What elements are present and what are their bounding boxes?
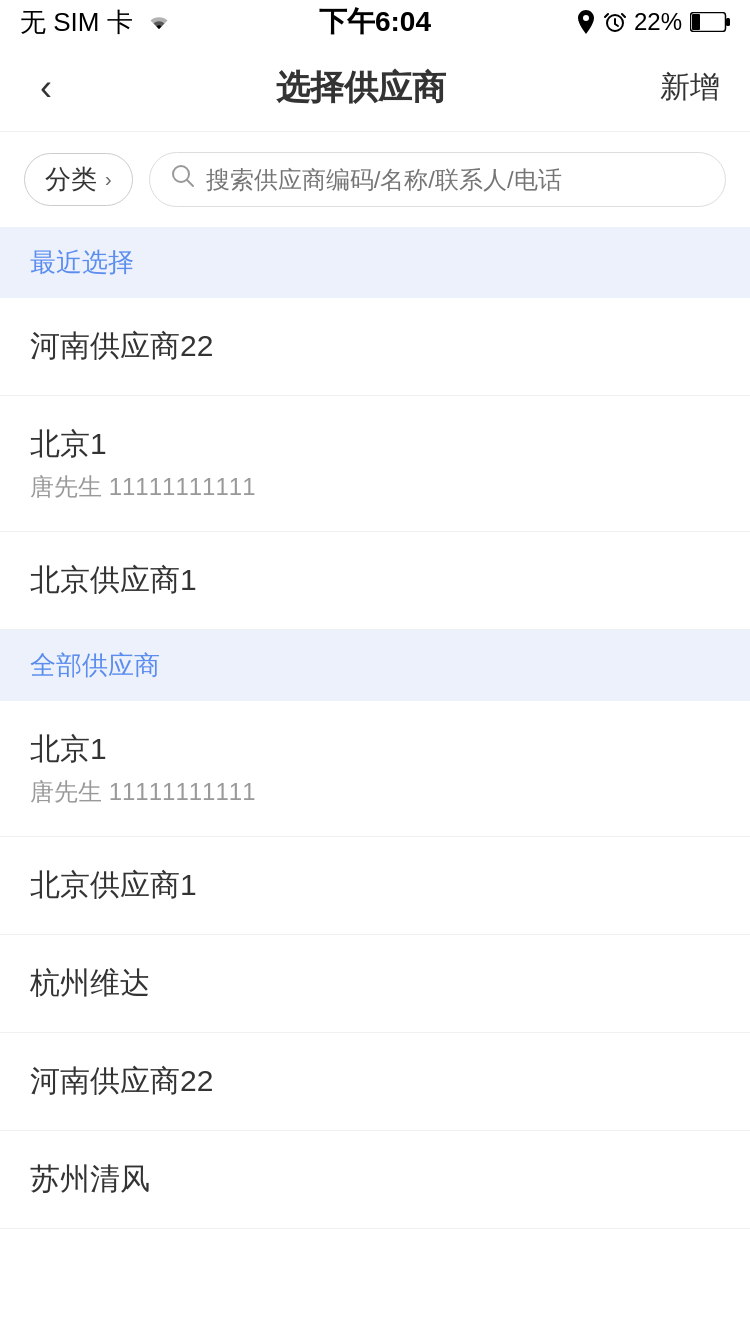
nav-bar: ‹ 选择供应商 新增	[0, 44, 750, 132]
item-name: 北京1	[30, 729, 720, 770]
svg-rect-3	[692, 14, 700, 30]
list-item[interactable]: 河南供应商22	[0, 298, 750, 396]
item-name: 河南供应商22	[30, 326, 720, 367]
status-time: 下午6:04	[319, 3, 431, 41]
recent-items-list: 河南供应商22 北京1 唐先生 11111111111 北京供应商1	[0, 298, 750, 630]
category-label: 分类	[45, 162, 97, 197]
item-sub: 唐先生 11111111111	[30, 471, 720, 503]
list-item[interactable]: 北京1 唐先生 11111111111	[0, 396, 750, 532]
item-sub: 唐先生 11111111111	[30, 776, 720, 808]
status-right: 22%	[576, 8, 730, 36]
status-left: 无 SIM 卡	[20, 5, 175, 40]
page-title: 选择供应商	[276, 65, 446, 111]
list-item[interactable]: 河南供应商22	[0, 1033, 750, 1131]
item-name: 杭州维达	[30, 963, 720, 1004]
filter-bar: 分类 ›	[0, 132, 750, 227]
all-section-label: 全部供应商	[30, 650, 160, 680]
no-sim-text: 无 SIM 卡	[20, 5, 133, 40]
item-name: 北京1	[30, 424, 720, 465]
battery-icon	[690, 12, 730, 32]
location-icon	[576, 10, 596, 34]
item-name: 河南供应商22	[30, 1061, 720, 1102]
search-input[interactable]	[206, 166, 705, 194]
list-item[interactable]: 北京供应商1	[0, 837, 750, 935]
battery-text: 22%	[634, 8, 682, 36]
alarm-icon	[604, 10, 626, 34]
status-bar: 无 SIM 卡 下午6:04 22%	[0, 0, 750, 44]
item-name: 北京供应商1	[30, 865, 720, 906]
svg-rect-2	[726, 18, 730, 26]
recent-section-label: 最近选择	[30, 247, 134, 277]
chevron-right-icon: ›	[105, 168, 112, 191]
list-item[interactable]: 北京供应商1	[0, 532, 750, 630]
add-new-button[interactable]: 新增	[660, 67, 720, 108]
item-name: 苏州清风	[30, 1159, 720, 1200]
recent-section-header: 最近选择	[0, 227, 750, 298]
wifi-icon	[143, 11, 175, 33]
all-items-list: 北京1 唐先生 11111111111 北京供应商1 杭州维达 河南供应商22 …	[0, 701, 750, 1229]
back-button[interactable]: ‹	[30, 57, 62, 119]
list-item[interactable]: 苏州清风	[0, 1131, 750, 1229]
item-name: 北京供应商1	[30, 560, 720, 601]
category-filter-button[interactable]: 分类 ›	[24, 153, 133, 206]
list-item[interactable]: 北京1 唐先生 11111111111	[0, 701, 750, 837]
all-section-header: 全部供应商	[0, 630, 750, 701]
search-box	[149, 152, 726, 207]
list-item[interactable]: 杭州维达	[0, 935, 750, 1033]
search-icon	[170, 163, 196, 196]
